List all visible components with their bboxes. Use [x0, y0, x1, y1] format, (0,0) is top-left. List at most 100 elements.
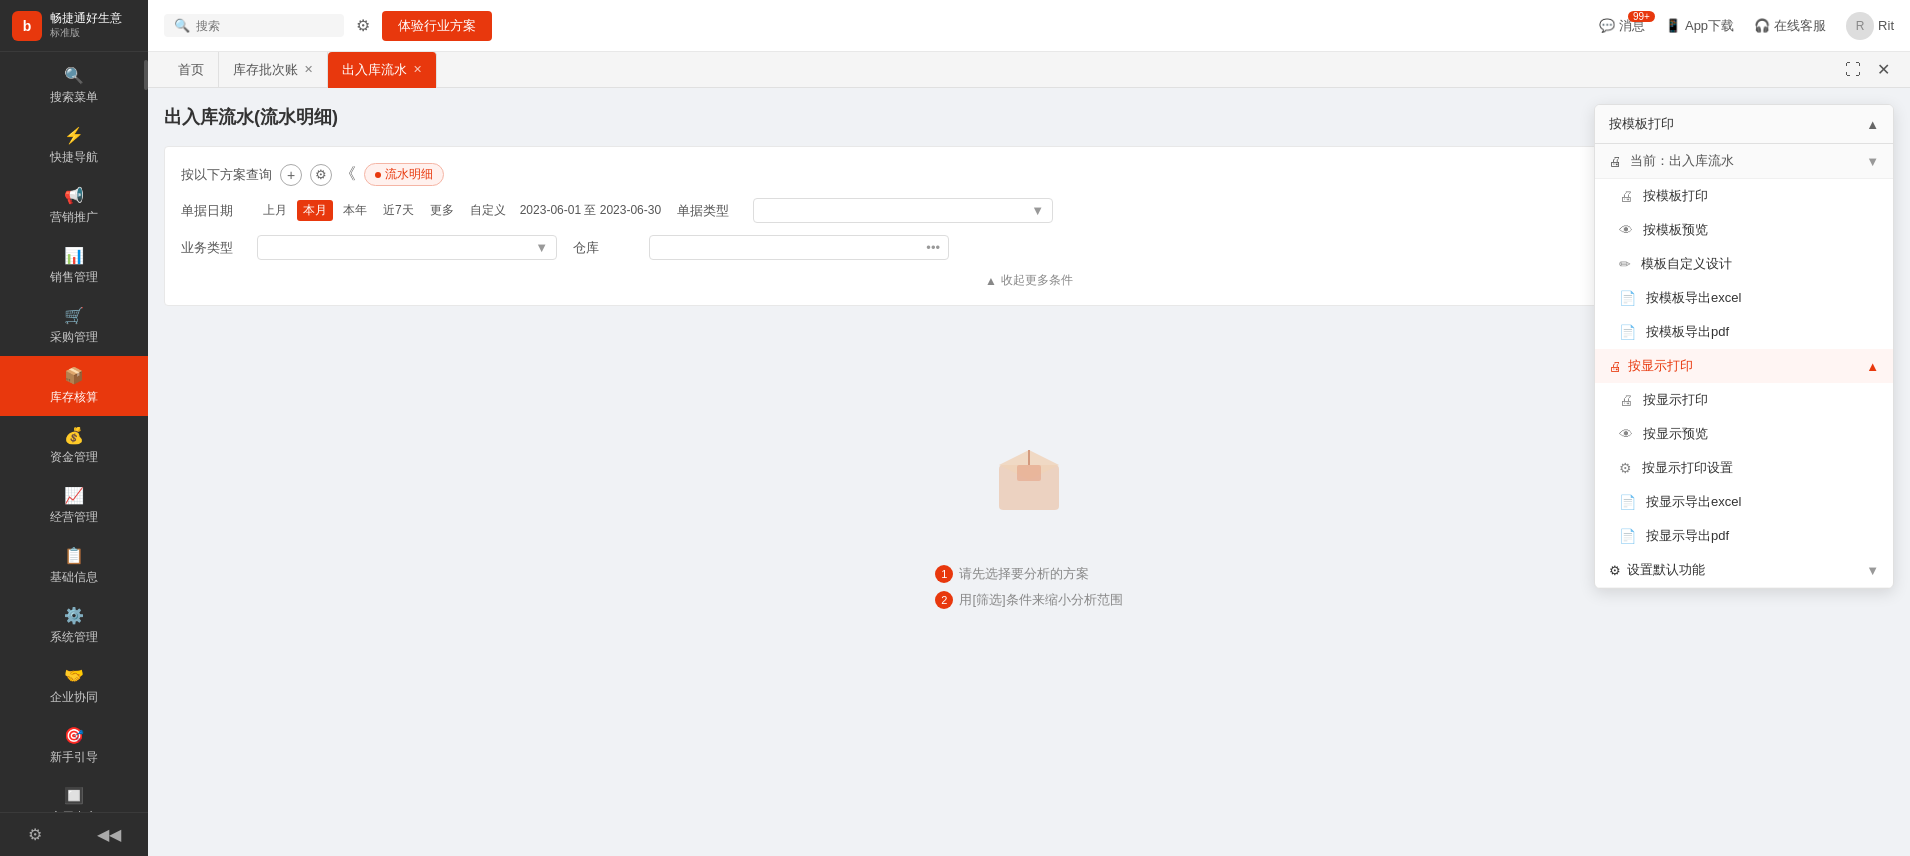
- svg-rect-2: [1017, 465, 1041, 481]
- more-warehouse-icon: •••: [926, 240, 940, 255]
- display-pdf-item[interactable]: 📄 按显示导出pdf: [1595, 519, 1893, 553]
- print-current-icon: 🖨: [1609, 154, 1622, 169]
- display-settings-item[interactable]: ⚙ 按显示打印设置: [1595, 451, 1893, 485]
- tab-close-all-btn[interactable]: ✕: [1873, 56, 1894, 83]
- online-service-item[interactable]: 🎧 在线客服: [1754, 17, 1826, 35]
- logo-text: 畅捷通好生意: [50, 11, 122, 27]
- display-excel-item[interactable]: 📄 按显示导出excel: [1595, 485, 1893, 519]
- main-area: 🔍 ⚙ 体验行业方案 💬 消息 99+ 📱 App下载 🎧 在线客服 R: [148, 0, 1910, 856]
- sidebar-item-shortcut[interactable]: ⚡ 快捷导航: [0, 116, 148, 176]
- tab-expand-btn[interactable]: ⛶: [1841, 57, 1865, 83]
- display-preview-icon: 👁: [1619, 426, 1633, 442]
- print-default-settings-section[interactable]: ⚙ 设置默认功能 ▼: [1595, 553, 1893, 588]
- search-topbar-icon: 🔍: [174, 18, 190, 33]
- sidebar-item-system[interactable]: ⚙️ 系统管理: [0, 596, 148, 656]
- sidebar-item-finance[interactable]: 💰 资金管理: [0, 416, 148, 476]
- sidebar-item-marketing[interactable]: 📢 营销推广: [0, 176, 148, 236]
- collapse-sidebar-icon[interactable]: ◀◀: [97, 825, 121, 844]
- tab-batch[interactable]: 库存批次账 ✕: [219, 52, 328, 88]
- print-template-excel-item[interactable]: 📄 按模板导出excel: [1595, 281, 1893, 315]
- sidebar-item-label: 资金管理: [50, 449, 98, 466]
- date-btn-custom[interactable]: 自定义: [464, 200, 512, 221]
- sidebar-item-app-center[interactable]: 🔲 应用中心: [0, 776, 148, 812]
- print-dropdown-panel: 按模板打印 ▲ 🖨 当前：出入库流水 ▼ 🖨 按模板打印 👁 按模板预览: [1594, 104, 1894, 589]
- logo-icon: b: [12, 11, 42, 41]
- active-filter-tag[interactable]: 流水明细: [364, 163, 444, 186]
- print-template-preview-item[interactable]: 👁 按模板预览: [1595, 213, 1893, 247]
- print-template-pdf-item[interactable]: 📄 按模板导出pdf: [1595, 315, 1893, 349]
- message-icon: 💬: [1599, 18, 1615, 33]
- design-item-icon: ✏: [1619, 256, 1631, 272]
- filter-add-btn[interactable]: +: [280, 164, 302, 186]
- topbar-search-box[interactable]: 🔍: [164, 14, 344, 37]
- sidebar-item-label: 库存核算: [50, 389, 98, 406]
- date-btn-more[interactable]: 更多: [424, 200, 460, 221]
- tabs-bar: 首页 库存批次账 ✕ 出入库流水 ✕ ⛶ ✕: [148, 52, 1910, 88]
- headset-icon: 🎧: [1754, 18, 1770, 33]
- display-settings-label: 按显示打印设置: [1642, 459, 1733, 477]
- filter-settings-btn[interactable]: ⚙: [310, 164, 332, 186]
- tab-batch-close[interactable]: ✕: [304, 63, 313, 76]
- search-nav-icon: 🔍: [64, 66, 84, 85]
- message-icon-item[interactable]: 💬 消息 99+: [1599, 17, 1645, 35]
- sidebar-item-sales[interactable]: 📊 销售管理: [0, 236, 148, 296]
- sidebar-item-inventory[interactable]: 📦 库存核算: [0, 356, 148, 416]
- print-display-section-header[interactable]: 🖨 按显示打印 ▲: [1595, 349, 1893, 383]
- marketing-icon: 📢: [64, 186, 84, 205]
- sidebar-item-basic[interactable]: 📋 基础信息: [0, 536, 148, 596]
- print-template-design-item[interactable]: ✏ 模板自定义设计: [1595, 247, 1893, 281]
- date-label: 单据日期: [181, 202, 241, 220]
- sidebar-item-label: 快捷导航: [50, 149, 98, 166]
- template-preview-label: 按模板预览: [1643, 221, 1708, 239]
- sidebar-item-label: 经营管理: [50, 509, 98, 526]
- print-current-label: 当前：出入库流水: [1630, 152, 1734, 170]
- tab-home[interactable]: 首页: [164, 52, 219, 88]
- display-section-chevron-icon: ▲: [1866, 359, 1879, 374]
- chevron-down-biz-icon: ▼: [535, 240, 548, 255]
- voucher-type-dropdown[interactable]: ▼: [753, 198, 1053, 223]
- sidebar-item-operation[interactable]: 📈 经营管理: [0, 476, 148, 536]
- print-current-item[interactable]: 🖨 当前：出入库流水 ▼: [1595, 144, 1893, 179]
- print-header-chevron-icon[interactable]: ▲: [1866, 117, 1879, 132]
- sidebar-item-search[interactable]: 🔍 搜索菜单: [0, 56, 148, 116]
- display-print-icon: 🖨: [1619, 392, 1633, 408]
- excel-item-icon: 📄: [1619, 290, 1636, 306]
- settings-bottom-icon[interactable]: ⚙: [28, 825, 42, 844]
- empty-steps-list: 1 请先选择要分析的方案 2 用[筛选]条件来缩小分析范围: [935, 565, 1122, 609]
- display-preview-item[interactable]: 👁 按显示预览: [1595, 417, 1893, 451]
- sidebar-item-label: 销售管理: [50, 269, 98, 286]
- warehouse-field[interactable]: •••: [649, 235, 949, 260]
- user-avatar-item[interactable]: R Rit: [1846, 12, 1894, 40]
- sidebar-item-label: 系统管理: [50, 629, 98, 646]
- filter-collapse-btn[interactable]: 《: [340, 164, 356, 185]
- system-icon: ⚙️: [64, 606, 84, 625]
- date-btn-current-year[interactable]: 本年: [337, 200, 373, 221]
- tab-flow-close[interactable]: ✕: [413, 63, 422, 76]
- purchase-icon: 🛒: [64, 306, 84, 325]
- template-excel-label: 按模板导出excel: [1646, 289, 1741, 307]
- biz-type-dropdown[interactable]: ▼: [257, 235, 557, 260]
- sidebar-item-cooperation[interactable]: 🤝 企业协同: [0, 656, 148, 716]
- shortcut-icon: ⚡: [64, 126, 84, 145]
- chevron-down-icon: ▼: [1031, 203, 1044, 218]
- trial-btn[interactable]: 体验行业方案: [382, 11, 492, 41]
- sidebar-item-guide[interactable]: 🎯 新手引导: [0, 716, 148, 776]
- settings-gear-icon[interactable]: ⚙: [356, 16, 370, 35]
- tab-flow[interactable]: 出入库流水 ✕: [328, 52, 437, 88]
- sidebar-item-label: 企业协同: [50, 689, 98, 706]
- message-badge: 99+: [1628, 11, 1655, 22]
- date-btn-last-7days[interactable]: 近7天: [377, 200, 420, 221]
- default-settings-icon: ⚙: [1609, 563, 1621, 578]
- display-settings-icon: ⚙: [1619, 460, 1632, 476]
- search-input[interactable]: [196, 19, 316, 33]
- display-pdf-icon: 📄: [1619, 528, 1636, 544]
- display-print-item[interactable]: 🖨 按显示打印: [1595, 383, 1893, 417]
- sidebar-item-purchase[interactable]: 🛒 采购管理: [0, 296, 148, 356]
- sidebar-item-label: 营销推广: [50, 209, 98, 226]
- app-download-item[interactable]: 📱 App下载: [1665, 17, 1734, 35]
- date-btn-last-month[interactable]: 上月: [257, 200, 293, 221]
- date-btn-current-month[interactable]: 本月: [297, 200, 333, 221]
- inventory-icon: 📦: [64, 366, 84, 385]
- print-template-print-item[interactable]: 🖨 按模板打印: [1595, 179, 1893, 213]
- sidebar-logo: b 畅捷通好生意 标准版: [0, 0, 148, 52]
